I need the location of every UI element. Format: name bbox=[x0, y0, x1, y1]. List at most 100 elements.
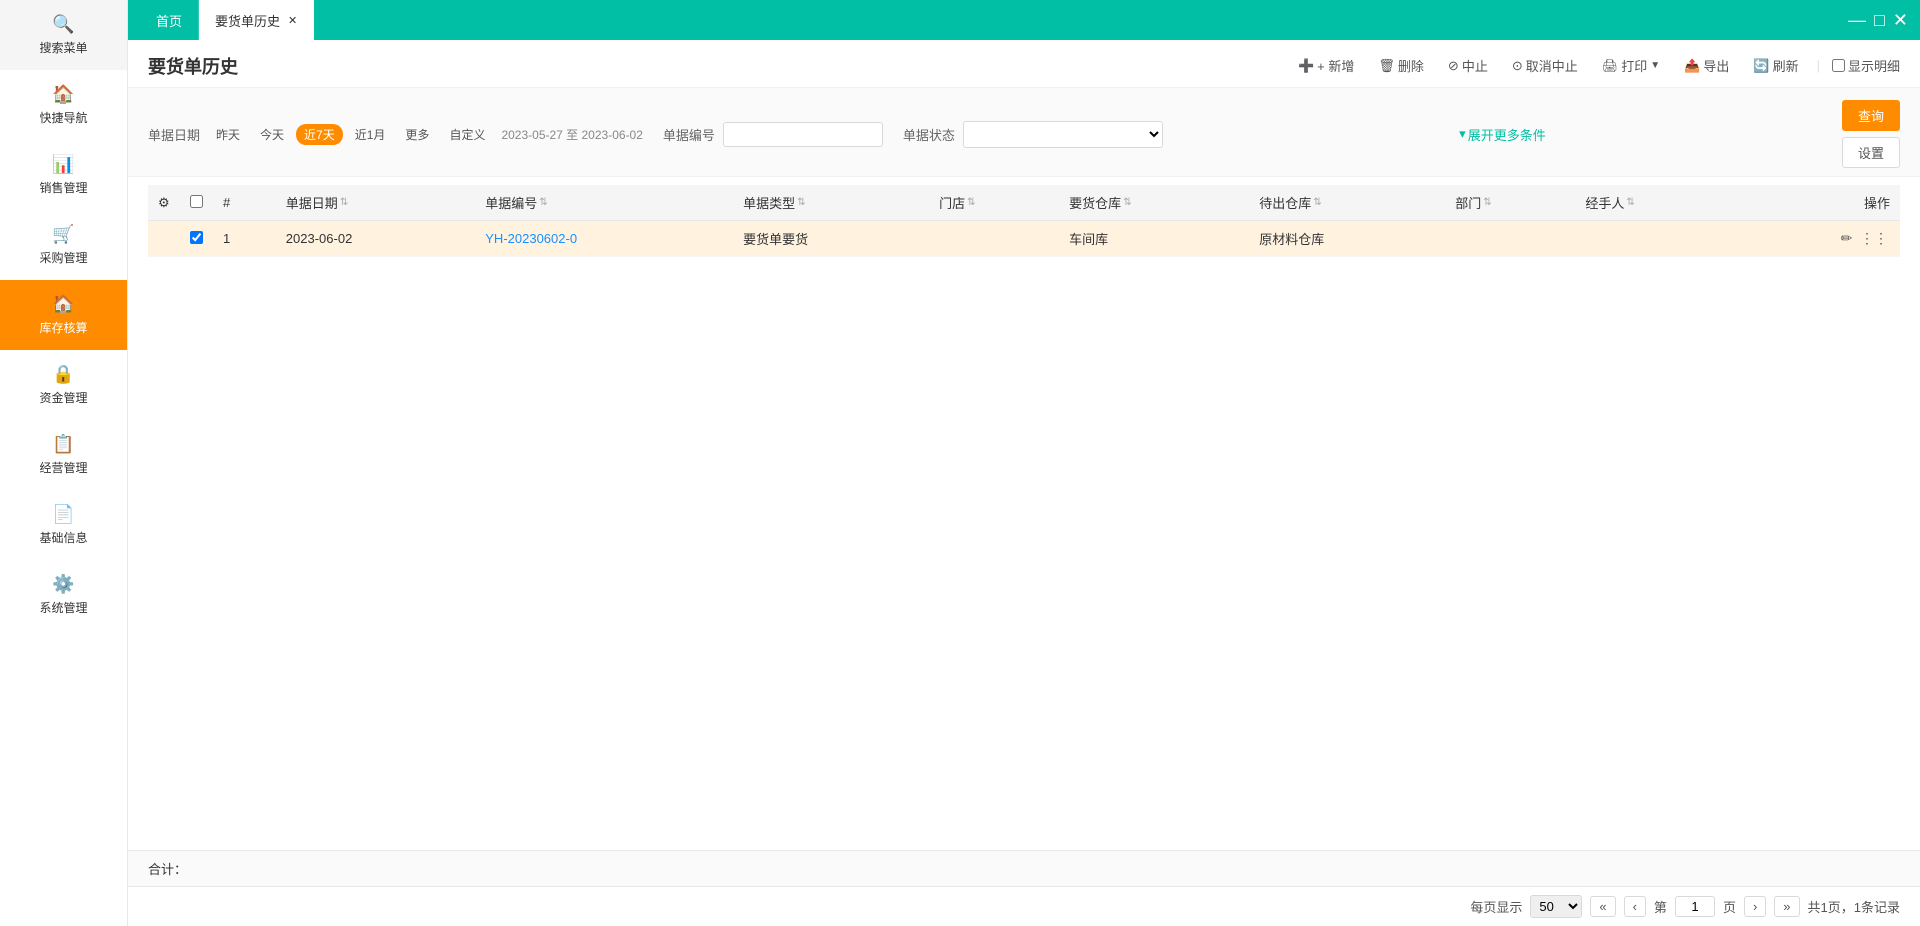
td-operation: ✏ ⋮⋮ bbox=[1735, 221, 1900, 257]
th-operation: 操作 bbox=[1735, 185, 1900, 221]
sidebar-item-basic-info[interactable]: 📄 基础信息 bbox=[0, 490, 127, 560]
page-label: 第 bbox=[1654, 897, 1667, 916]
sidebar-item-label: 销售管理 bbox=[39, 179, 87, 196]
th-order-no: 单据编号 ⇅ bbox=[475, 185, 733, 221]
sort-icon: ⇅ bbox=[1123, 197, 1131, 208]
sidebar-item-label: 库存核算 bbox=[39, 319, 87, 336]
filter-row: 单据日期 昨天 今天 近7天 近1月 更多 自定义 2023-05-27 至 2… bbox=[148, 100, 1900, 168]
inventory-icon: 🏠 bbox=[52, 294, 74, 315]
more-icon[interactable]: ⋮⋮ bbox=[1858, 228, 1890, 248]
expand-more-btn[interactable]: ▾ 展开更多条件 bbox=[1459, 125, 1546, 144]
date-btn-more[interactable]: 更多 bbox=[397, 124, 437, 145]
sidebar-item-sales-mgmt[interactable]: 📊 销售管理 bbox=[0, 140, 127, 210]
minimize-icon[interactable]: — bbox=[1848, 10, 1866, 31]
summary-label: 合计： bbox=[148, 862, 187, 877]
sidebar-item-search-menu[interactable]: 🔍 搜索菜单 bbox=[0, 0, 127, 70]
tab-home[interactable]: 首页 bbox=[140, 0, 199, 40]
th-req-warehouse: 要货仓库 ⇅ bbox=[1059, 185, 1249, 221]
th-settings: ⚙ bbox=[148, 185, 180, 221]
order-no-filter-group: 单据编号 bbox=[663, 122, 883, 147]
select-all-checkbox[interactable] bbox=[190, 195, 203, 208]
tab-close-icon[interactable]: ✕ bbox=[288, 14, 297, 27]
add-icon: ➕ bbox=[1298, 58, 1314, 74]
sidebar-item-purchase-mgmt[interactable]: 🛒 采购管理 bbox=[0, 210, 127, 280]
td-checkbox bbox=[180, 221, 213, 257]
sidebar-item-quick-nav[interactable]: 🏠 快捷导航 bbox=[0, 70, 127, 140]
toolbar: ➕ + 新增 🗑 删除 ⊘ 中止 ⊙ 取消中止 🖨 打印 bbox=[1292, 52, 1900, 79]
td-settings bbox=[148, 221, 180, 257]
display-detail-checkbox[interactable] bbox=[1832, 59, 1845, 72]
query-button[interactable]: 查询 bbox=[1842, 100, 1900, 131]
date-btn-yesterday[interactable]: 昨天 bbox=[208, 124, 248, 145]
date-btn-custom[interactable]: 自定义 bbox=[441, 124, 493, 145]
td-req-warehouse: 车间库 bbox=[1059, 221, 1249, 257]
cart-icon: 🛒 bbox=[52, 224, 74, 245]
sidebar-item-finance-mgmt[interactable]: 🔒 资金管理 bbox=[0, 350, 127, 420]
maximize-icon[interactable]: □ bbox=[1874, 10, 1885, 31]
display-detail-button[interactable]: 显示明细 bbox=[1832, 56, 1900, 75]
sort-icon: ⇅ bbox=[1313, 197, 1321, 208]
last-page-btn[interactable]: » bbox=[1774, 896, 1799, 917]
page-header: 要货单历史 ➕ + 新增 🗑 删除 ⊘ 中止 ⊙ 取消中止 bbox=[128, 40, 1920, 88]
date-btn-today[interactable]: 今天 bbox=[252, 124, 292, 145]
close-window-icon[interactable]: ✕ bbox=[1893, 10, 1908, 31]
print-button[interactable]: 🖨 打印 ▼ bbox=[1596, 52, 1666, 79]
data-table: ⚙ # 单据日期 ⇅ bbox=[148, 185, 1900, 257]
date-btn-7days[interactable]: 近7天 bbox=[296, 124, 343, 145]
order-no-input[interactable] bbox=[723, 122, 883, 147]
sort-icon: ⇅ bbox=[340, 197, 348, 208]
prev-page-btn[interactable]: ‹ bbox=[1624, 896, 1646, 917]
date-filter-label: 单据日期 bbox=[148, 125, 200, 144]
next-page-btn[interactable]: › bbox=[1744, 896, 1766, 917]
sidebar-item-inventory[interactable]: 🏠 库存核算 bbox=[0, 280, 127, 350]
sort-icon: ⇅ bbox=[539, 197, 547, 208]
first-page-btn[interactable]: « bbox=[1590, 896, 1615, 917]
home-icon: 🏠 bbox=[52, 84, 74, 105]
add-button[interactable]: ➕ + 新增 bbox=[1292, 52, 1360, 79]
sort-icon: ⇅ bbox=[1483, 197, 1491, 208]
cancel-stop-button[interactable]: ⊙ 取消中止 bbox=[1506, 52, 1584, 79]
settings-icon[interactable]: ⚙ bbox=[158, 195, 170, 210]
date-quick-buttons: 昨天 今天 近7天 近1月 更多 自定义 bbox=[208, 124, 493, 145]
page-size-select[interactable]: 50 100 bbox=[1530, 895, 1582, 918]
td-department bbox=[1445, 221, 1575, 257]
status-filter-group: 单据状态 bbox=[903, 121, 1163, 148]
stop-button[interactable]: ⊘ 中止 bbox=[1442, 52, 1494, 79]
sidebar-item-ops-mgmt[interactable]: 📋 经营管理 bbox=[0, 420, 127, 490]
th-store: 门店 ⇅ bbox=[929, 185, 1059, 221]
delete-button[interactable]: 🗑 删除 bbox=[1372, 52, 1430, 79]
page-unit: 页 bbox=[1723, 897, 1736, 916]
chevron-down-icon: ▾ bbox=[1459, 126, 1466, 142]
order-no-link[interactable]: YH-20230602-0 bbox=[485, 231, 577, 246]
toolbar-divider: | bbox=[1817, 58, 1820, 73]
th-num: # bbox=[213, 185, 276, 221]
page-number-input[interactable] bbox=[1675, 896, 1715, 917]
tab-requisition-history[interactable]: 要货单历史 ✕ bbox=[199, 0, 314, 40]
date-btn-1month[interactable]: 近1月 bbox=[347, 124, 394, 145]
sidebar-item-system-mgmt[interactable]: ⚙️ 系统管理 bbox=[0, 560, 127, 630]
export-icon: 📤 bbox=[1684, 58, 1700, 74]
content-area: 要货单历史 ➕ + 新增 🗑 删除 ⊘ 中止 ⊙ 取消中止 bbox=[128, 40, 1920, 926]
table-container: ⚙ # 单据日期 ⇅ bbox=[128, 177, 1920, 850]
export-button[interactable]: 📤 导出 bbox=[1678, 52, 1735, 79]
status-select[interactable] bbox=[963, 121, 1163, 148]
sort-icon: ⇅ bbox=[797, 197, 805, 208]
settings-button[interactable]: 设置 bbox=[1842, 137, 1900, 168]
filter-actions: 查询 设置 bbox=[1842, 100, 1900, 168]
th-date: 单据日期 ⇅ bbox=[276, 185, 475, 221]
sidebar: 🔍 搜索菜单 🏠 快捷导航 📊 销售管理 🛒 采购管理 🏠 库存核算 🔒 资金管… bbox=[0, 0, 128, 926]
td-num: 1 bbox=[213, 221, 276, 257]
sort-icon: ⇅ bbox=[967, 197, 975, 208]
row-checkbox[interactable] bbox=[190, 231, 203, 244]
td-order-no: YH-20230602-0 bbox=[475, 221, 733, 257]
td-pending-warehouse: 原材料仓库 bbox=[1249, 221, 1445, 257]
lock-icon: 🔒 bbox=[52, 364, 74, 385]
date-range-display: 2023-05-27 至 2023-06-02 bbox=[501, 126, 642, 143]
th-checkbox bbox=[180, 185, 213, 221]
edit-icon[interactable]: ✏ bbox=[1839, 228, 1855, 248]
refresh-button[interactable]: 🔄 刷新 bbox=[1747, 52, 1804, 79]
gear-icon: ⚙️ bbox=[52, 574, 74, 595]
sidebar-item-label: 搜索菜单 bbox=[39, 39, 87, 56]
th-handler: 经手人 ⇅ bbox=[1575, 185, 1735, 221]
td-store bbox=[929, 221, 1059, 257]
